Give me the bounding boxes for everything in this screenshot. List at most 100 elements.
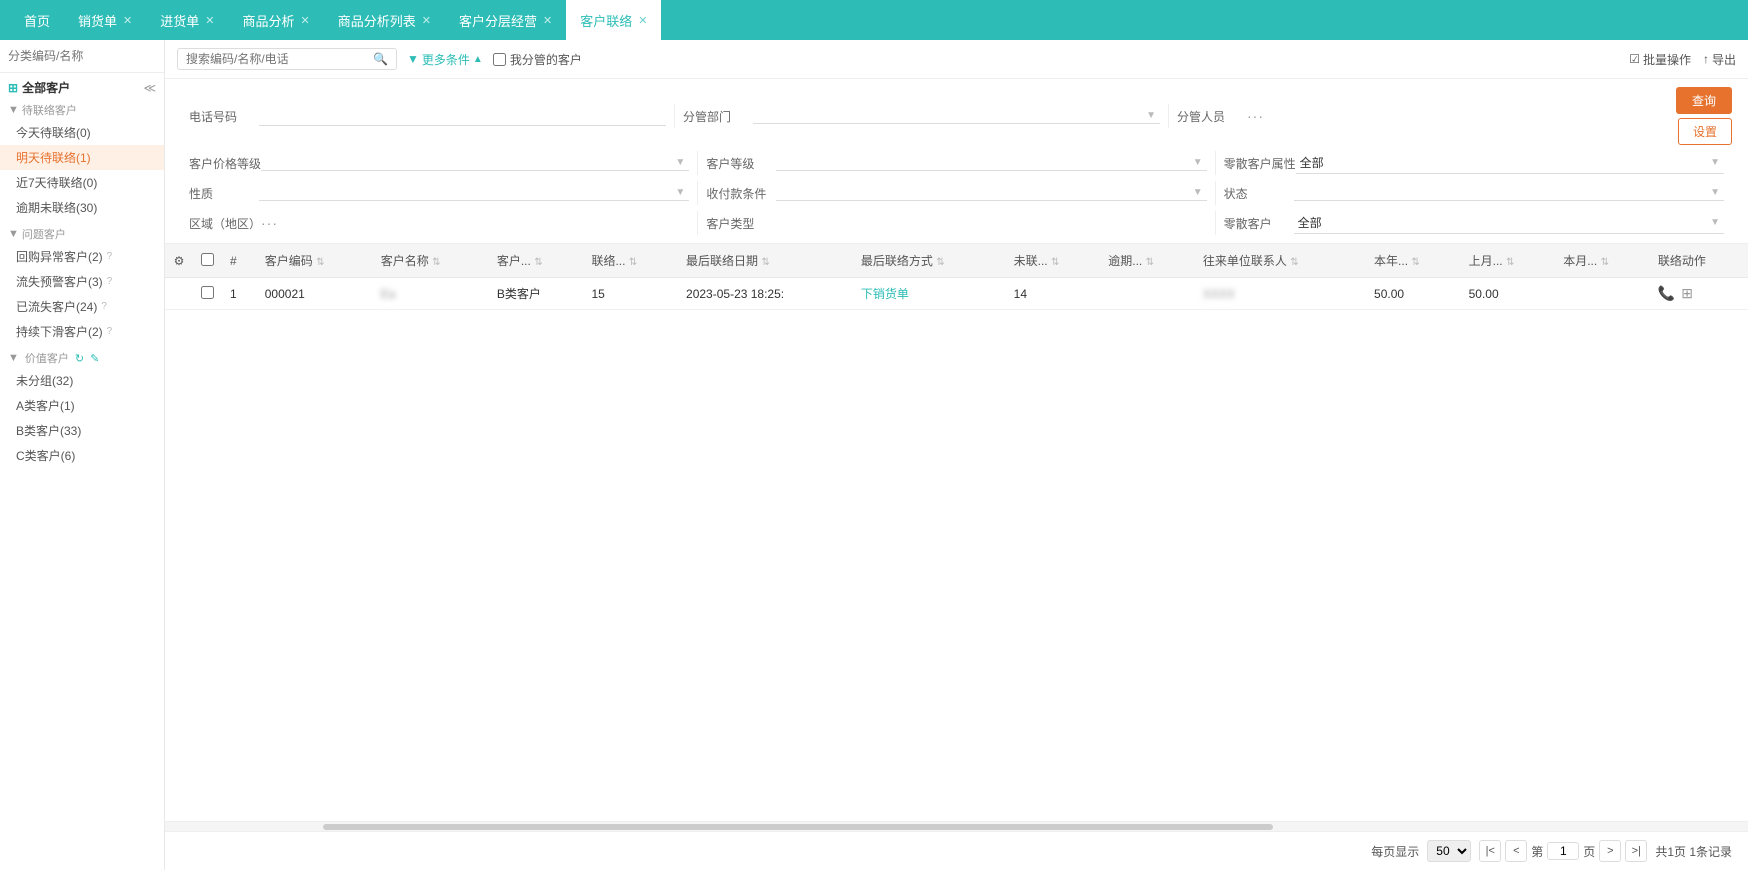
- last-page-btn[interactable]: >|: [1625, 840, 1647, 862]
- arrow-down-icon3: ▼: [8, 352, 19, 364]
- search-input-wrap: 🔍: [177, 48, 397, 70]
- nav-analysis-table[interactable]: 商品分析列表 ✕: [324, 0, 445, 40]
- edit-icon[interactable]: ✎: [90, 352, 99, 365]
- customer-grade-select[interactable]: ▼: [776, 155, 1206, 171]
- query-button[interactable]: 查询: [1676, 87, 1732, 114]
- cell-name: Ea: [373, 278, 489, 310]
- close-customer-tier-icon[interactable]: ✕: [543, 14, 552, 27]
- table-header-row: ⚙ # 客户编码 ⇅ 客户名称 ⇅: [165, 244, 1748, 278]
- nav-sales[interactable]: 销货单 ✕: [64, 0, 146, 40]
- close-analysis-icon[interactable]: ✕: [301, 14, 310, 27]
- status-chevron-icon: ▼: [1710, 187, 1720, 198]
- search-input[interactable]: [186, 52, 373, 66]
- filter-retail-customer: 零散客户 全部 ▼: [1216, 212, 1732, 234]
- col-last-month[interactable]: 上月... ⇅: [1461, 244, 1556, 278]
- row-checkbox[interactable]: [201, 286, 214, 299]
- close-sales-icon[interactable]: ✕: [123, 14, 132, 27]
- sidebar-collapse-icon[interactable]: ≪: [143, 81, 156, 95]
- cell-last-contact-method: 下销货单: [853, 278, 1006, 310]
- my-customers-toggle[interactable]: 我分管的客户: [493, 51, 582, 68]
- cell-code: 000021: [257, 278, 373, 310]
- col-unit-contact[interactable]: 往来单位联系人 ⇅: [1195, 244, 1366, 278]
- filter-customer-grade: 客户等级 ▼: [698, 155, 1214, 172]
- page-number-input[interactable]: [1547, 842, 1579, 860]
- filter-more-btn[interactable]: ▼ 更多条件 ▲: [407, 51, 483, 68]
- sidebar-item-today-contact[interactable]: 今天待联络(0): [0, 120, 164, 145]
- sidebar-item-overdue-contact[interactable]: 逾期未联络(30): [0, 195, 164, 220]
- col-code[interactable]: 客户编码 ⇅: [257, 244, 373, 278]
- nav-home[interactable]: 首页: [10, 0, 64, 40]
- nav-purchase[interactable]: 进货单 ✕: [146, 0, 228, 40]
- prev-page-btn[interactable]: <: [1505, 840, 1527, 862]
- scrollbar-thumb[interactable]: [323, 824, 1273, 830]
- col-no-contact[interactable]: 未联... ⇅: [1006, 244, 1101, 278]
- cell-checkbox: [193, 278, 222, 310]
- col-this-year[interactable]: 本年... ⇅: [1366, 244, 1461, 278]
- problem-customers-group: ▼ 问题客户: [0, 220, 164, 244]
- nav-customer-contact[interactable]: 客户联络 ✕: [566, 0, 661, 40]
- search-icon-main[interactable]: 🔍: [373, 52, 388, 66]
- col-contact-count[interactable]: 联络... ⇅: [583, 244, 678, 278]
- retail-customer-select[interactable]: 全部 ▼: [1294, 212, 1724, 234]
- retail-attr-select[interactable]: 全部 ▼: [1296, 152, 1724, 174]
- refresh-icon[interactable]: ↻: [75, 352, 84, 365]
- sort-last-date-icon: ⇅: [761, 257, 769, 268]
- page-size-select[interactable]: 50: [1427, 840, 1471, 862]
- cell-unit-contact: XXXX: [1195, 278, 1366, 310]
- status-select[interactable]: ▼: [1294, 185, 1724, 201]
- phone-input[interactable]: [259, 107, 666, 126]
- set-button[interactable]: 设置: [1678, 118, 1732, 145]
- customer-name-blurred: Ea: [381, 287, 396, 301]
- manager-dots-btn[interactable]: ···: [1247, 108, 1264, 124]
- sort-no-contact-icon: ⇅: [1051, 257, 1059, 268]
- sidebar-item-continuous-down[interactable]: 持续下滑客户(2) ?: [0, 319, 164, 344]
- nav-customer-tier[interactable]: 客户分层经营 ✕: [445, 0, 566, 40]
- sidebar-item-class-b[interactable]: B类客户(33): [0, 418, 164, 443]
- payment-chevron-icon: ▼: [1193, 187, 1203, 198]
- select-all-checkbox[interactable]: [201, 253, 214, 266]
- col-type[interactable]: 客户... ⇅: [489, 244, 584, 278]
- sidebar-item-lost-risk[interactable]: 流失预警客户(3) ?: [0, 269, 164, 294]
- my-customers-checkbox[interactable]: [493, 53, 506, 66]
- col-last-contact-date[interactable]: 最后联络日期 ⇅: [678, 244, 853, 278]
- cell-last-contact-date: 2023-05-23 18:25:: [678, 278, 853, 310]
- area-dots-btn[interactable]: ···: [261, 215, 278, 231]
- grid-icon: ⊞: [8, 81, 18, 95]
- payment-select[interactable]: ▼: [776, 185, 1206, 201]
- close-analysis-table-icon[interactable]: ✕: [422, 14, 431, 27]
- col-last-contact-method[interactable]: 最后联络方式 ⇅: [853, 244, 1006, 278]
- grid-action-icon[interactable]: ⊞: [1681, 285, 1693, 302]
- col-this-month[interactable]: 本月... ⇅: [1555, 244, 1650, 278]
- price-grade-select[interactable]: ▼: [261, 155, 689, 171]
- batch-op-btn[interactable]: ☑ 批量操作: [1629, 51, 1691, 68]
- cell-no-contact: 14: [1006, 278, 1101, 310]
- sidebar-search-input[interactable]: [8, 49, 163, 63]
- first-page-btn[interactable]: |<: [1479, 840, 1501, 862]
- phone-action-icon[interactable]: 📞: [1658, 285, 1675, 302]
- sidebar-item-tomorrow-contact[interactable]: 明天待联络(1): [0, 145, 164, 170]
- export-btn[interactable]: ↑ 导出: [1703, 51, 1736, 68]
- sidebar-item-week-contact[interactable]: 近7天待联络(0): [0, 170, 164, 195]
- nature-select[interactable]: ▼: [259, 185, 689, 201]
- sidebar-item-class-c[interactable]: C类客户(6): [0, 443, 164, 468]
- dept-select[interactable]: ▼: [753, 108, 1160, 124]
- sidebar-item-unclassified[interactable]: 未分组(32): [0, 368, 164, 393]
- col-name[interactable]: 客户名称 ⇅: [373, 244, 489, 278]
- next-page-btn[interactable]: >: [1599, 840, 1621, 862]
- data-table-wrap: ⚙ # 客户编码 ⇅ 客户名称 ⇅: [165, 244, 1748, 821]
- last-contact-method-link[interactable]: 下销货单: [861, 287, 909, 301]
- help-icon3: ?: [101, 301, 107, 312]
- sort-type-icon: ⇅: [534, 257, 542, 268]
- col-overdue[interactable]: 逾期... ⇅: [1100, 244, 1195, 278]
- sidebar-item-already-lost[interactable]: 已流失客户(24) ?: [0, 294, 164, 319]
- col-gear[interactable]: ⚙: [165, 244, 193, 278]
- close-purchase-icon[interactable]: ✕: [205, 14, 214, 27]
- sidebar-item-repurchase-abnormal[interactable]: 回购异常客户(2) ?: [0, 244, 164, 269]
- search-bar: 🔍 ▼ 更多条件 ▲ 我分管的客户 ☑ 批量操作 ↑ 导出: [165, 40, 1748, 79]
- filter-status: 状态 ▼: [1216, 185, 1732, 202]
- sidebar-item-class-a[interactable]: A类客户(1): [0, 393, 164, 418]
- close-customer-contact-icon[interactable]: ✕: [638, 14, 647, 27]
- horizontal-scrollbar[interactable]: [165, 821, 1748, 831]
- sidebar-all-customers-title: ⊞ 全部客户: [8, 79, 70, 96]
- nav-analysis[interactable]: 商品分析 ✕: [228, 0, 323, 40]
